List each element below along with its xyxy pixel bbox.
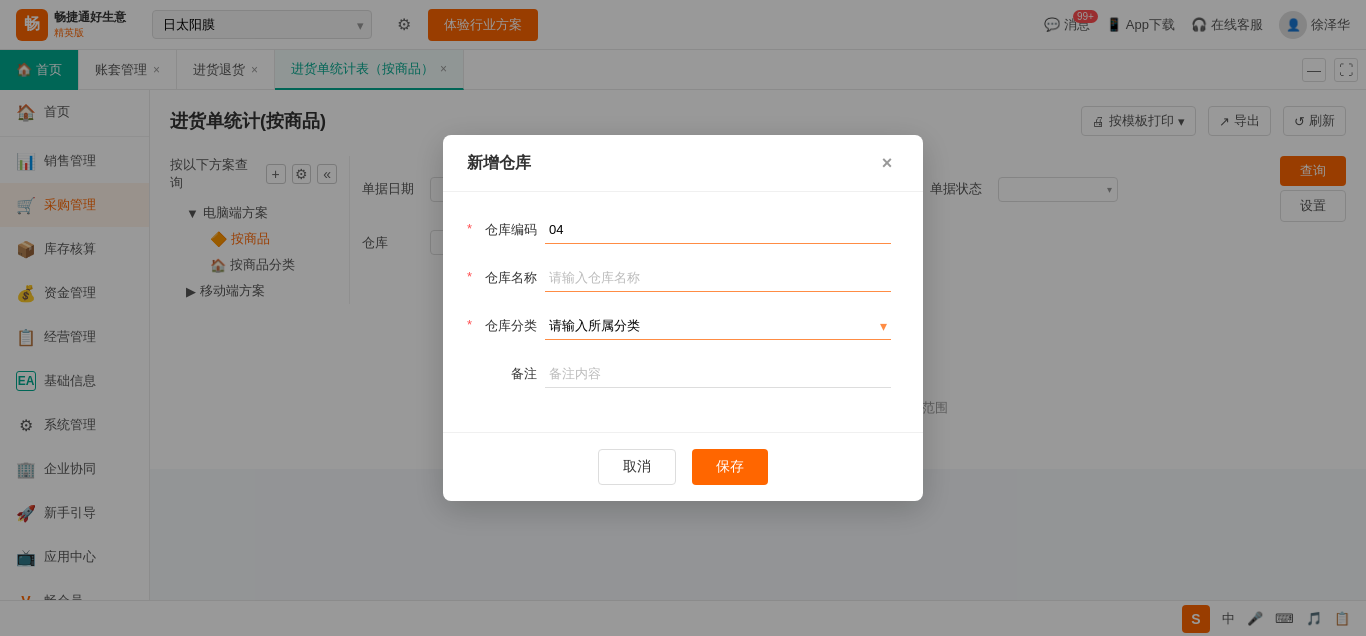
name-label: 仓库名称 <box>475 269 545 287</box>
modal-footer: 取消 保存 <box>443 432 923 501</box>
save-button[interactable]: 保存 <box>692 449 768 485</box>
modal-overlay[interactable]: 新增仓库 × 仓库编码 仓库名称 仓库分类 请输入所属分类 ▾ <box>0 0 1366 636</box>
form-row-code: 仓库编码 <box>475 216 891 244</box>
form-row-name: 仓库名称 <box>475 264 891 292</box>
code-label: 仓库编码 <box>475 221 545 239</box>
form-row-remark: 备注 <box>475 360 891 388</box>
modal-header: 新增仓库 × <box>443 135 923 192</box>
form-row-category: 仓库分类 请输入所属分类 ▾ <box>475 312 891 340</box>
category-label: 仓库分类 <box>475 317 545 335</box>
modal-title: 新增仓库 <box>467 153 531 174</box>
category-select-wrap[interactable]: 请输入所属分类 ▾ <box>545 312 891 340</box>
new-warehouse-modal: 新增仓库 × 仓库编码 仓库名称 仓库分类 请输入所属分类 ▾ <box>443 135 923 501</box>
category-select[interactable]: 请输入所属分类 <box>545 312 891 339</box>
code-input[interactable] <box>545 216 891 244</box>
name-input[interactable] <box>545 264 891 292</box>
remark-label: 备注 <box>475 365 545 383</box>
cancel-button[interactable]: 取消 <box>598 449 676 485</box>
modal-body: 仓库编码 仓库名称 仓库分类 请输入所属分类 ▾ 备注 <box>443 192 923 432</box>
modal-close-button[interactable]: × <box>875 151 899 175</box>
remark-input[interactable] <box>545 360 891 388</box>
